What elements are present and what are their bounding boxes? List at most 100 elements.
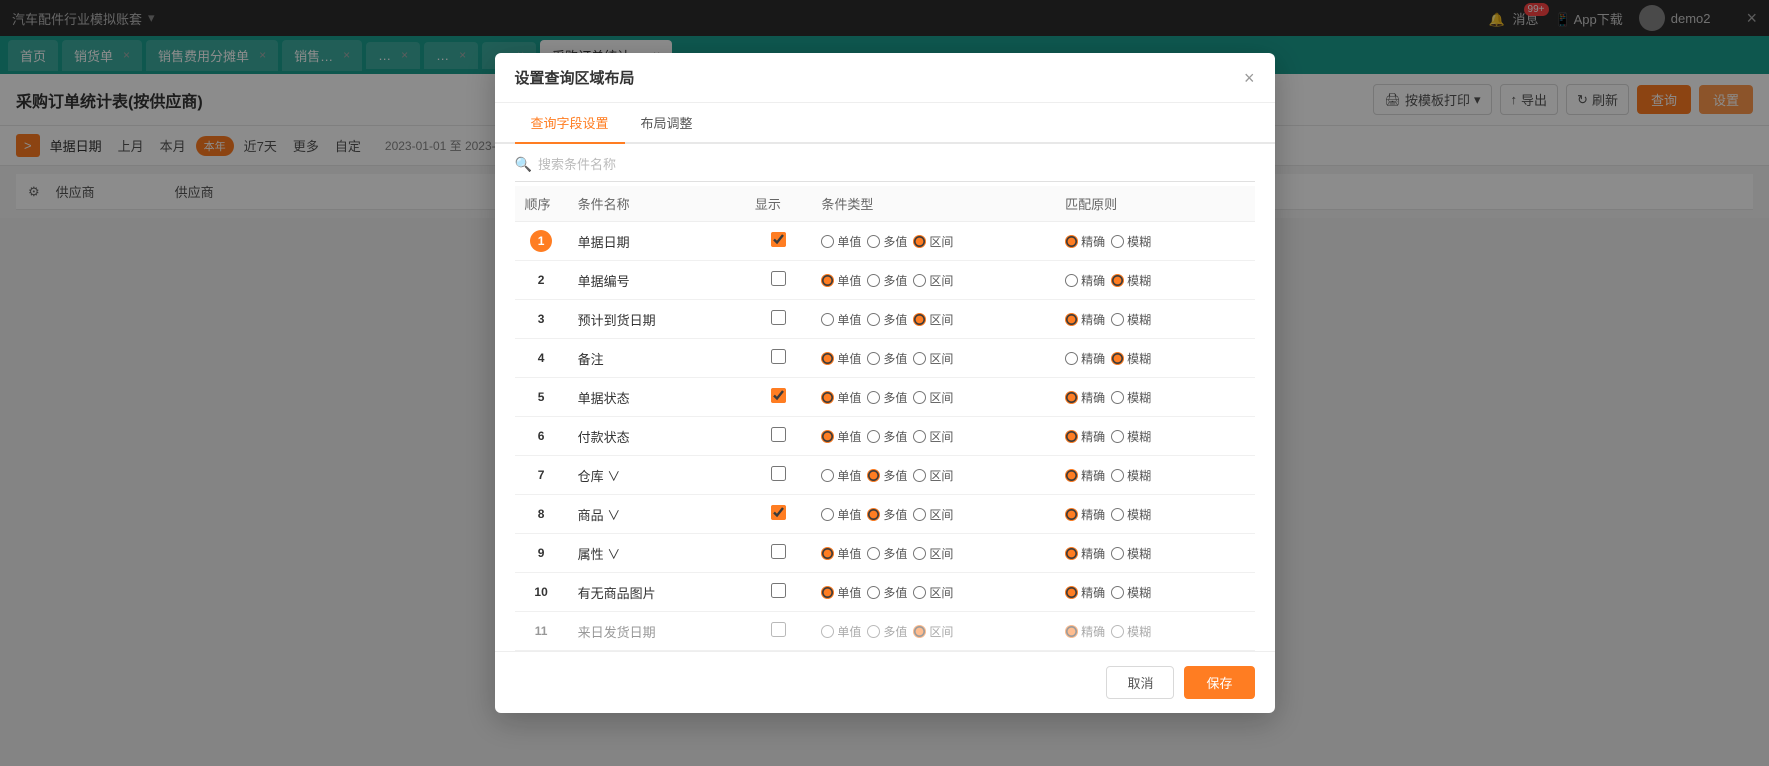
type-radio[interactable]: [913, 625, 926, 638]
match-radio-label[interactable]: 精确: [1065, 623, 1105, 640]
dialog-tab-fields[interactable]: 查询字段设置: [515, 103, 625, 144]
type-radio-label[interactable]: 多值: [867, 389, 907, 406]
type-radio[interactable]: [867, 313, 880, 326]
type-radio[interactable]: [821, 274, 834, 287]
match-radio[interactable]: [1111, 313, 1124, 326]
type-radio[interactable]: [821, 586, 834, 599]
type-radio-label[interactable]: 区间: [913, 623, 953, 640]
type-radio[interactable]: [821, 508, 834, 521]
match-radio[interactable]: [1065, 547, 1078, 560]
type-radio[interactable]: [867, 469, 880, 482]
type-radio[interactable]: [913, 235, 926, 248]
type-radio-label[interactable]: 多值: [867, 233, 907, 250]
show-checkbox[interactable]: [771, 310, 786, 325]
type-radio-label[interactable]: 区间: [913, 428, 953, 445]
type-radio-label[interactable]: 单值: [821, 467, 861, 484]
type-radio[interactable]: [913, 469, 926, 482]
cancel-btn[interactable]: 取消: [1106, 666, 1174, 699]
type-radio[interactable]: [913, 274, 926, 287]
match-radio[interactable]: [1111, 274, 1124, 287]
type-radio[interactable]: [867, 391, 880, 404]
match-radio[interactable]: [1065, 352, 1078, 365]
type-radio-label[interactable]: 单值: [821, 545, 861, 562]
type-radio[interactable]: [867, 508, 880, 521]
type-radio-label[interactable]: 单值: [821, 389, 861, 406]
type-radio-label[interactable]: 单值: [821, 428, 861, 445]
type-radio-label[interactable]: 单值: [821, 506, 861, 523]
type-radio[interactable]: [867, 274, 880, 287]
match-radio-label[interactable]: 模糊: [1111, 350, 1151, 367]
type-radio[interactable]: [913, 430, 926, 443]
match-radio-label[interactable]: 精确: [1065, 350, 1105, 367]
show-checkbox[interactable]: [771, 349, 786, 364]
match-radio-label[interactable]: 模糊: [1111, 428, 1151, 445]
show-checkbox[interactable]: [771, 466, 786, 481]
match-radio-label[interactable]: 精确: [1065, 428, 1105, 445]
match-radio-label[interactable]: 模糊: [1111, 467, 1151, 484]
type-radio-label[interactable]: 单值: [821, 272, 861, 289]
type-radio-label[interactable]: 区间: [913, 350, 953, 367]
show-checkbox[interactable]: [771, 505, 786, 520]
match-radio[interactable]: [1111, 391, 1124, 404]
type-radio[interactable]: [867, 625, 880, 638]
type-radio-label[interactable]: 单值: [821, 350, 861, 367]
match-radio[interactable]: [1065, 391, 1078, 404]
type-radio-label[interactable]: 区间: [913, 467, 953, 484]
type-radio-label[interactable]: 区间: [913, 389, 953, 406]
type-radio[interactable]: [821, 469, 834, 482]
dialog-tab-layout[interactable]: 布局调整: [625, 103, 709, 144]
match-radio-label[interactable]: 精确: [1065, 467, 1105, 484]
type-radio-label[interactable]: 区间: [913, 272, 953, 289]
match-radio[interactable]: [1065, 508, 1078, 521]
type-radio-label[interactable]: 多值: [867, 584, 907, 601]
search-input[interactable]: [538, 157, 738, 172]
match-radio-label[interactable]: 精确: [1065, 545, 1105, 562]
type-radio-label[interactable]: 区间: [913, 233, 953, 250]
match-radio-label[interactable]: 模糊: [1111, 584, 1151, 601]
type-radio-label[interactable]: 单值: [821, 623, 861, 640]
type-radio[interactable]: [867, 430, 880, 443]
dialog-close-btn[interactable]: ×: [1244, 69, 1255, 87]
type-radio-label[interactable]: 多值: [867, 545, 907, 562]
show-checkbox[interactable]: [771, 232, 786, 247]
match-radio-label[interactable]: 精确: [1065, 311, 1105, 328]
match-radio-label[interactable]: 精确: [1065, 389, 1105, 406]
type-radio[interactable]: [821, 391, 834, 404]
type-radio[interactable]: [821, 547, 834, 560]
match-radio[interactable]: [1065, 274, 1078, 287]
match-radio-label[interactable]: 模糊: [1111, 272, 1151, 289]
type-radio-label[interactable]: 多值: [867, 272, 907, 289]
type-radio[interactable]: [913, 352, 926, 365]
type-radio[interactable]: [913, 508, 926, 521]
match-radio-label[interactable]: 精确: [1065, 506, 1105, 523]
type-radio[interactable]: [913, 391, 926, 404]
type-radio-label[interactable]: 单值: [821, 233, 861, 250]
match-radio-label[interactable]: 模糊: [1111, 506, 1151, 523]
match-radio[interactable]: [1111, 547, 1124, 560]
type-radio[interactable]: [867, 352, 880, 365]
match-radio-label[interactable]: 模糊: [1111, 311, 1151, 328]
show-checkbox[interactable]: [771, 271, 786, 286]
show-checkbox[interactable]: [771, 583, 786, 598]
match-radio[interactable]: [1111, 508, 1124, 521]
type-radio-label[interactable]: 区间: [913, 545, 953, 562]
type-radio[interactable]: [821, 313, 834, 326]
match-radio-label[interactable]: 模糊: [1111, 389, 1151, 406]
show-checkbox[interactable]: [771, 427, 786, 442]
type-radio-label[interactable]: 区间: [913, 311, 953, 328]
type-radio[interactable]: [867, 547, 880, 560]
show-checkbox[interactable]: [771, 388, 786, 403]
type-radio[interactable]: [913, 313, 926, 326]
type-radio-label[interactable]: 多值: [867, 506, 907, 523]
save-btn[interactable]: 保存: [1184, 666, 1254, 699]
match-radio[interactable]: [1111, 235, 1124, 248]
type-radio-label[interactable]: 多值: [867, 623, 907, 640]
match-radio[interactable]: [1111, 625, 1124, 638]
match-radio[interactable]: [1111, 586, 1124, 599]
match-radio-label[interactable]: 模糊: [1111, 623, 1151, 640]
type-radio-label[interactable]: 多值: [867, 428, 907, 445]
match-radio-label[interactable]: 精确: [1065, 584, 1105, 601]
match-radio[interactable]: [1065, 313, 1078, 326]
type-radio[interactable]: [821, 235, 834, 248]
match-radio-label[interactable]: 模糊: [1111, 545, 1151, 562]
